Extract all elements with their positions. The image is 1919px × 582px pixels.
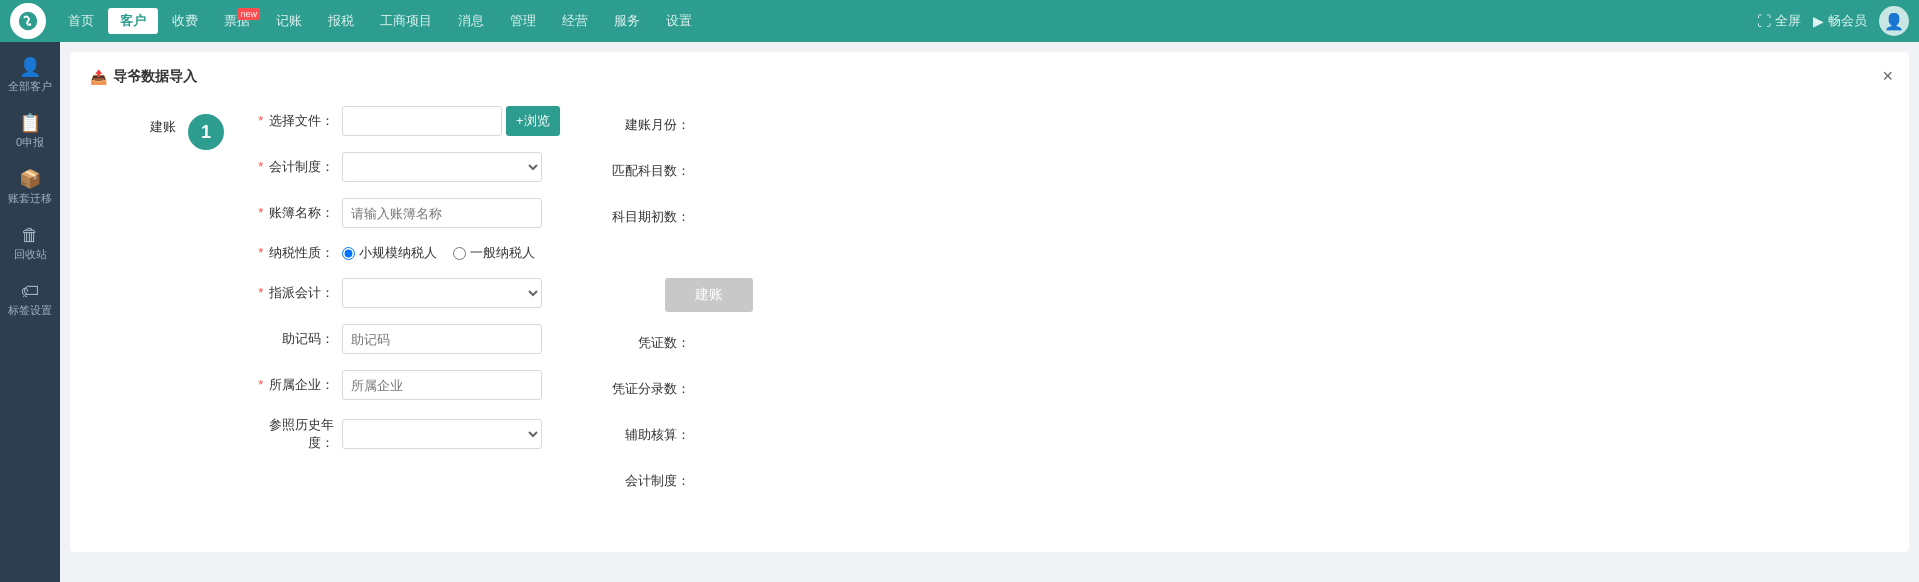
step-badge: 1 bbox=[188, 114, 224, 150]
subject-init-row: 科目期初数： bbox=[600, 202, 818, 232]
nav-message[interactable]: 消息 bbox=[446, 8, 496, 34]
mnemonic-input[interactable] bbox=[342, 324, 542, 354]
accounting-system-info-label: 会计制度： bbox=[600, 472, 690, 490]
voucher-count-label: 凭证数： bbox=[600, 334, 690, 352]
migration-icon: 📦 bbox=[19, 170, 41, 188]
file-input-wrapper: +浏览 bbox=[342, 106, 560, 136]
jiuzhang-month-row: 建账月份： bbox=[600, 110, 818, 140]
sidebar-item-migration[interactable]: 📦 账套迁移 bbox=[2, 162, 58, 214]
all-customers-icon: 👤 bbox=[19, 58, 41, 76]
historical-year-select[interactable] bbox=[342, 419, 542, 449]
logo bbox=[10, 3, 46, 39]
nav-manage[interactable]: 管理 bbox=[498, 8, 548, 34]
voucher-entries-label: 凭证分录数： bbox=[600, 380, 690, 398]
tax-type-row: * 纳税性质： 小规模纳税人 一般纳税人 bbox=[254, 244, 560, 262]
jiuzhang-month-label: 建账月份： bbox=[600, 116, 690, 134]
file-label: * 选择文件： bbox=[254, 112, 334, 130]
nav-tax[interactable]: 报税 bbox=[316, 8, 366, 34]
sidebar-item-label: 标签设置 bbox=[8, 303, 52, 318]
sidebar-item-label: 0申报 bbox=[16, 135, 44, 150]
sidebar-item-recycle[interactable]: 🗑 回收站 bbox=[2, 218, 58, 270]
new-badge: new bbox=[237, 8, 260, 20]
nav-customer[interactable]: 客户 bbox=[108, 8, 158, 34]
historical-year-row: 参照历史年度： bbox=[254, 416, 560, 452]
voucher-entries-row: 凭证分录数： bbox=[600, 374, 818, 404]
avatar[interactable]: 👤 bbox=[1879, 6, 1909, 36]
tax-type-radio-group: 小规模纳税人 一般纳税人 bbox=[342, 244, 535, 262]
historical-year-label: 参照历史年度： bbox=[254, 416, 334, 452]
browse-button[interactable]: +浏览 bbox=[506, 106, 560, 136]
accountant-label: * 指派会计： bbox=[254, 284, 334, 302]
sidebar-item-label: 账套迁移 bbox=[8, 191, 52, 206]
nav-operation[interactable]: 经营 bbox=[550, 8, 600, 34]
aux-accounting-row: 辅助核算： bbox=[600, 420, 818, 450]
voucher-count-row: 凭证数： bbox=[600, 328, 818, 358]
sidebar-item-tags[interactable]: 🏷 标签设置 bbox=[2, 274, 58, 326]
nav-business[interactable]: 工商项目 bbox=[368, 8, 444, 34]
form-right: 建账月份： 匹配科目数： 科目期初数： 建账 凭证 bbox=[600, 106, 818, 496]
sidebar: 👤 全部客户 📋 0申报 📦 账套迁移 🗑 回收站 🏷 标签设置 bbox=[0, 42, 60, 582]
match-subjects-row: 匹配科目数： bbox=[600, 156, 818, 186]
accounting-system-info-row: 会计制度： bbox=[600, 466, 818, 496]
match-subjects-label: 匹配科目数： bbox=[600, 162, 690, 180]
svg-point-1 bbox=[28, 23, 31, 26]
nav-right: ⛶ 全屏 ▶ 畅会员 👤 bbox=[1757, 6, 1909, 36]
company-label: * 所属企业： bbox=[254, 376, 334, 394]
top-nav: 首页 客户 收费 票据 new 记账 报税 工商项目 消息 管理 经营 服务 设… bbox=[0, 0, 1919, 42]
content-area: 📤 导爷数据导入 × 建账 1 * bbox=[60, 42, 1919, 582]
aux-accounting-label: 辅助核算： bbox=[600, 426, 690, 444]
accountant-row: * 指派会计： bbox=[254, 278, 560, 308]
mnemonic-row: 助记码： bbox=[254, 324, 560, 354]
accounting-system-select[interactable] bbox=[342, 152, 542, 182]
nav-ticket[interactable]: 票据 new bbox=[212, 8, 262, 34]
form-container: 建账 1 * 选择文件： +浏览 bbox=[90, 106, 1889, 496]
declaration-icon: 📋 bbox=[19, 114, 41, 132]
nav-settings[interactable]: 设置 bbox=[654, 8, 704, 34]
account-name-input[interactable] bbox=[342, 198, 542, 228]
subject-init-label: 科目期初数： bbox=[600, 208, 690, 226]
file-row: * 选择文件： +浏览 bbox=[254, 106, 560, 136]
submit-btn-area: 建账 bbox=[600, 258, 818, 312]
company-row: * 所属企业： bbox=[254, 370, 560, 400]
sidebar-item-declaration[interactable]: 📋 0申报 bbox=[2, 106, 58, 158]
sidebar-item-all-customers[interactable]: 👤 全部客户 bbox=[2, 50, 58, 102]
recycle-icon: 🗑 bbox=[21, 226, 39, 244]
card-title: 📤 导爷数据导入 bbox=[90, 68, 1889, 86]
general-taxpayer-radio[interactable]: 一般纳税人 bbox=[453, 244, 535, 262]
small-taxpayer-radio[interactable]: 小规模纳税人 bbox=[342, 244, 437, 262]
accounting-system-row: * 会计制度： bbox=[254, 152, 560, 182]
import-card: 📤 导爷数据导入 × 建账 1 * bbox=[70, 52, 1909, 552]
member-btn[interactable]: ▶ 畅会员 bbox=[1813, 12, 1867, 30]
nav-items: 首页 客户 收费 票据 new 记账 报税 工商项目 消息 管理 经营 服务 设… bbox=[56, 8, 1757, 34]
nav-bookkeeping[interactable]: 记账 bbox=[264, 8, 314, 34]
tax-type-label: * 纳税性质： bbox=[254, 244, 334, 262]
accounting-system-label: * 会计制度： bbox=[254, 158, 334, 176]
tags-icon: 🏷 bbox=[21, 282, 39, 300]
form-left: 建账 1 * 选择文件： +浏览 bbox=[150, 106, 560, 496]
nav-fee[interactable]: 收费 bbox=[160, 8, 210, 34]
account-name-row: * 账簿名称： bbox=[254, 198, 560, 228]
sidebar-item-label: 全部客户 bbox=[8, 79, 52, 94]
nav-home[interactable]: 首页 bbox=[56, 8, 106, 34]
file-input[interactable] bbox=[342, 106, 502, 136]
submit-button[interactable]: 建账 bbox=[665, 278, 753, 312]
sidebar-item-label: 回收站 bbox=[14, 247, 47, 262]
form-fields: * 选择文件： +浏览 * 会计制度： bbox=[254, 106, 560, 452]
accountant-select[interactable] bbox=[342, 278, 542, 308]
mnemonic-label: 助记码： bbox=[254, 330, 334, 348]
title-icon: 📤 bbox=[90, 69, 107, 85]
main-layout: 👤 全部客户 📋 0申报 📦 账套迁移 🗑 回收站 🏷 标签设置 📤 导爷数据导… bbox=[0, 42, 1919, 582]
company-input[interactable] bbox=[342, 370, 542, 400]
close-button[interactable]: × bbox=[1882, 66, 1893, 87]
account-name-label: * 账簿名称： bbox=[254, 204, 334, 222]
step-label: 建账 bbox=[150, 118, 176, 136]
fullscreen-btn[interactable]: ⛶ 全屏 bbox=[1757, 12, 1801, 30]
nav-service[interactable]: 服务 bbox=[602, 8, 652, 34]
